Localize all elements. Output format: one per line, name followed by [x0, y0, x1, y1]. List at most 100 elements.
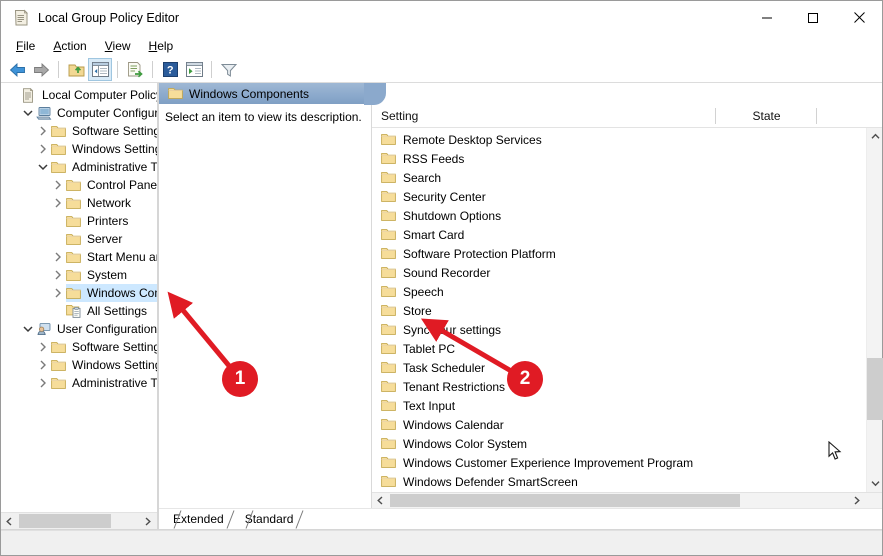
menu-action[interactable]: Action — [44, 36, 95, 56]
tree-scrollbar-thumb[interactable] — [19, 514, 111, 528]
list-horizontal-scrollbar[interactable] — [372, 492, 882, 508]
close-button[interactable] — [836, 1, 882, 34]
tree-node-network[interactable]: Network — [1, 194, 157, 212]
minimize-button[interactable] — [744, 1, 790, 34]
chevron-right-icon[interactable] — [50, 266, 66, 284]
settings-list-item[interactable]: Shutdown Options — [372, 206, 882, 225]
settings-list-item[interactable]: Store — [372, 301, 882, 320]
folder-icon — [381, 190, 398, 203]
chevron-right-icon[interactable] — [35, 374, 51, 392]
settings-list-item[interactable]: Remote Desktop Services — [372, 130, 882, 149]
tree-horizontal-scrollbar[interactable] — [1, 512, 157, 529]
chevron-down-icon[interactable] — [20, 320, 36, 338]
scroll-left-arrow-icon[interactable] — [372, 493, 389, 509]
folder-icon — [51, 125, 68, 138]
folder-icon — [51, 359, 68, 372]
tree-node-local-computer-policy[interactable]: Local Computer Policy — [1, 86, 157, 104]
menu-file[interactable]: File — [7, 36, 44, 56]
settings-list-item[interactable]: Sync your settings — [372, 320, 882, 339]
tree-node-label: Windows Components — [87, 286, 157, 300]
settings-list-item[interactable]: Task Scheduler — [372, 358, 882, 377]
tree-node-control-panel[interactable]: Control Panel — [1, 176, 157, 194]
tree-node-windows-components[interactable]: Windows Components — [1, 284, 157, 302]
settings-list-pane: Setting State Remote Desktop Services RSS… — [372, 104, 883, 508]
console-tree-icon[interactable] — [88, 58, 112, 81]
forward-arrow-icon[interactable] — [29, 58, 53, 81]
settings-list-item[interactable]: Sound Recorder — [372, 263, 882, 282]
folder-up-icon[interactable] — [64, 58, 88, 81]
folder-icon — [381, 418, 398, 431]
chevron-right-icon[interactable] — [50, 194, 66, 212]
tree-node-software-settings[interactable]: Software Settings — [1, 338, 157, 356]
settings-list-item[interactable]: Search — [372, 168, 882, 187]
tree-node-server[interactable]: Server — [1, 230, 157, 248]
console-tree[interactable]: Local Computer Policy Computer Configurat… — [1, 83, 157, 512]
settings-list-item[interactable]: Security Center — [372, 187, 882, 206]
scroll-up-arrow-icon[interactable] — [867, 128, 883, 145]
menu-bar: File Action View Help — [1, 34, 882, 57]
scroll-right-arrow-icon[interactable] — [139, 513, 156, 529]
chevron-right-icon[interactable] — [35, 140, 51, 158]
chevron-right-icon[interactable] — [35, 356, 51, 374]
tree-node-start-menu-and-taskbar[interactable]: Start Menu and Taskbar — [1, 248, 157, 266]
tree-node-printers[interactable]: Printers — [1, 212, 157, 230]
back-arrow-icon[interactable] — [5, 58, 29, 81]
settings-list-item[interactable]: Windows Customer Experience Improvement … — [372, 453, 882, 472]
scroll-down-arrow-icon[interactable] — [867, 475, 883, 492]
settings-list-item[interactable]: Smart Card — [372, 225, 882, 244]
details-pane-icon[interactable] — [182, 58, 206, 81]
list-vertical-scrollbar[interactable] — [866, 128, 883, 492]
chevron-right-icon[interactable] — [35, 338, 51, 356]
tree-node-windows-settings[interactable]: Windows Settings — [1, 356, 157, 374]
menu-view[interactable]: View — [96, 36, 140, 56]
chevron-right-icon[interactable] — [50, 284, 66, 302]
settings-list-item[interactable]: Text Input — [372, 396, 882, 415]
settings-list-item[interactable]: Windows Defender SmartScreen — [372, 472, 882, 491]
chevron-right-icon[interactable] — [50, 248, 66, 266]
tree-node-computer-configuration[interactable]: Computer Configuration — [1, 104, 157, 122]
tab-extended[interactable]: Extended — [161, 509, 235, 529]
settings-list-item-label: Tablet PC — [403, 341, 456, 356]
column-header-state[interactable]: State — [716, 104, 817, 128]
menu-help[interactable]: Help — [140, 36, 183, 56]
chevron-right-icon[interactable] — [35, 122, 51, 140]
settings-list-item[interactable]: Software Protection Platform — [372, 244, 882, 263]
tree-node-windows-settings[interactable]: Windows Settings — [1, 140, 157, 158]
list-scrollbar-thumb[interactable] — [867, 358, 883, 420]
tree-node-administrative-templates[interactable]: Administrative Templates — [1, 158, 157, 176]
tree-node-label: Network — [87, 196, 132, 210]
tree-node-all-settings[interactable]: All Settings — [1, 302, 157, 320]
maximize-button[interactable] — [790, 1, 836, 34]
settings-list-item[interactable]: Speech — [372, 282, 882, 301]
tree-node-label: Software Settings — [72, 124, 157, 138]
settings-list-item[interactable]: Tablet PC — [372, 339, 882, 358]
console-tree-pane: Local Computer Policy Computer Configurat… — [1, 83, 158, 530]
settings-list[interactable]: Remote Desktop Services RSS Feeds Search Se… — [372, 128, 882, 492]
tree-node-label: Windows Settings — [72, 358, 157, 372]
export-list-icon[interactable] — [123, 58, 147, 81]
tree-node-software-settings[interactable]: Software Settings — [1, 122, 157, 140]
settings-list-item[interactable]: Windows Calendar — [372, 415, 882, 434]
funnel-filter-icon[interactable] — [217, 58, 241, 81]
column-divider[interactable] — [816, 107, 817, 124]
chevron-down-icon[interactable] — [20, 104, 36, 122]
tree-node-label: Windows Settings — [72, 142, 157, 156]
list-hscrollbar-thumb[interactable] — [390, 494, 740, 507]
column-header-setting[interactable]: Setting — [372, 104, 716, 128]
scroll-left-arrow-icon[interactable] — [1, 513, 18, 529]
settings-list-item-label: Remote Desktop Services — [403, 132, 542, 147]
chevron-right-icon[interactable] — [50, 176, 66, 194]
tree-node-user-configuration[interactable]: User Configuration — [1, 320, 157, 338]
settings-list-item[interactable]: Tenant Restrictions — [372, 377, 882, 396]
settings-list-item[interactable]: Windows Color System — [372, 434, 882, 453]
tab-standard[interactable]: Standard — [233, 509, 304, 529]
chevron-down-icon[interactable] — [35, 158, 51, 176]
question-mark-icon[interactable]: ? — [158, 58, 182, 81]
settings-list-item[interactable]: RSS Feeds — [372, 149, 882, 168]
scroll-right-arrow-icon[interactable] — [848, 493, 865, 509]
tree-node-label: Server — [87, 232, 123, 246]
user-icon — [36, 322, 53, 336]
tree-node-administrative-templates[interactable]: Administrative Templates — [1, 374, 157, 392]
tree-node-system[interactable]: System — [1, 266, 157, 284]
toolbar-separator — [117, 61, 118, 78]
